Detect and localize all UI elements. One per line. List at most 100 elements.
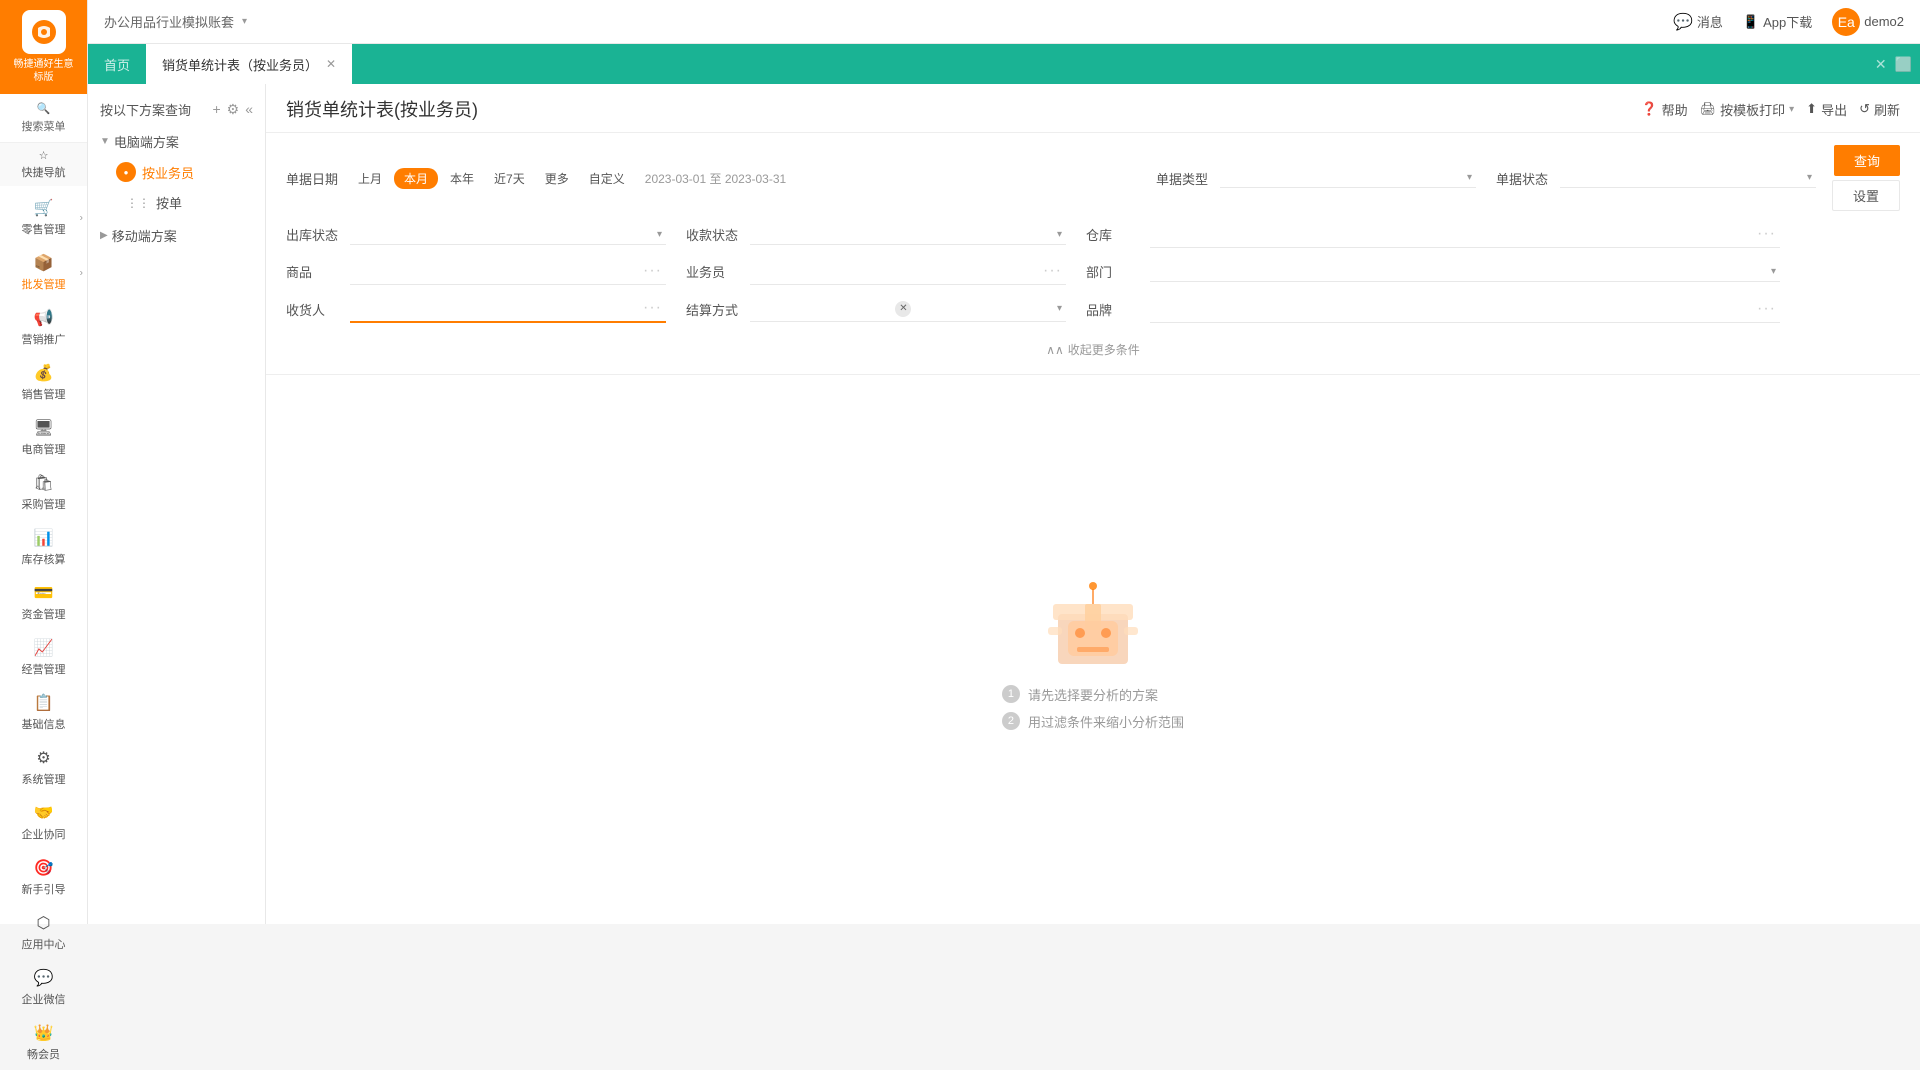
close-window-icon[interactable]: ✕ [1875, 56, 1887, 73]
search-menu-item[interactable]: 🔍 搜索菜单 [0, 94, 87, 143]
filter-row-2: 出库状态 ▾ 收款状态 ▾ 仓库 [286, 221, 1900, 248]
sidebar-item-wholesale[interactable]: 📦 批发管理 › [0, 245, 87, 300]
brand-label: 品牌 [1086, 300, 1142, 319]
purchase-icon: 🛍 [33, 473, 53, 493]
sidebar-item-wechat[interactable]: 💬 企业微信 [0, 960, 87, 1015]
empty-tip-2: 2 用过滤条件来缩小分析范围 [1002, 712, 1184, 731]
collapse-panel-button[interactable]: « [245, 101, 253, 118]
sidebar-item-appstore[interactable]: ⬡ 应用中心 [0, 905, 87, 960]
sidebar-item-system[interactable]: ⚙ 系统管理 [0, 740, 87, 795]
page-title: 销货单统计表(按业务员) [286, 96, 478, 122]
doc-type-label: 单据类型 [1156, 169, 1212, 188]
receiver-input[interactable]: ··· [350, 295, 666, 323]
doc-status-input[interactable]: ▾ [1560, 168, 1816, 188]
desktop-group-header[interactable]: ▼ 电脑端方案 [88, 127, 265, 156]
sidebar: 畅捷通好生意 标版 🔍 搜索菜单 ☆ 快捷导航 🛒 零售管理 › 📦 批发管理 … [0, 0, 88, 924]
system-icon: ⚙ [36, 748, 50, 768]
doc-type-input[interactable]: ▾ [1220, 168, 1476, 188]
sidebar-item-finance[interactable]: 💳 资金管理 [0, 575, 87, 630]
tab-sales-stats[interactable]: 销货单统计表（按业务员） ✕ [146, 44, 352, 84]
action-buttons: 查询 设置 [1816, 145, 1900, 211]
collapse-conditions-button[interactable]: ∧∧ 收起更多条件 [1046, 341, 1140, 358]
message-button[interactable]: 💬 消息 [1673, 12, 1723, 32]
settings-scheme-button[interactable]: ⚙ [227, 101, 240, 118]
salesperson-label: 业务员 [686, 262, 742, 281]
sidebar-item-newbie[interactable]: 🎯 新手引导 [0, 850, 87, 905]
date-tab-custom[interactable]: 自定义 [581, 168, 633, 189]
date-tab-last-month[interactable]: 上月 [350, 168, 390, 189]
query-button[interactable]: 查询 [1834, 145, 1900, 176]
settlement-input[interactable]: ✕ ▾ [750, 297, 1066, 322]
newbie-icon: 🎯 [34, 858, 54, 878]
date-tab-this-month[interactable]: 本月 [394, 168, 438, 189]
scheme-item-by-salesperson[interactable]: ● 按业务员 [88, 156, 265, 188]
sidebar-item-sales[interactable]: 💰 销售管理 [0, 355, 87, 410]
filter-date: 单据日期 上月 本月 本年 近7天 更多 自定义 2023-03-01 至 20… [286, 168, 786, 189]
sidebar-item-vip[interactable]: 👑 畅会员 [0, 1015, 87, 1070]
vip-icon: 👑 [34, 1023, 54, 1043]
inventory-icon: 📊 [34, 528, 54, 548]
sidebar-item-ecommerce[interactable]: 🖥 电商管理 [0, 410, 87, 465]
scheme-panel: 按以下方案查询 + ⚙ « ▼ 电脑端方案 ● 按业务员 ⋮⋮ [88, 84, 266, 924]
salesperson-input[interactable]: ··· [750, 258, 1066, 285]
mobile-scheme-group: ▶ 移动端方案 [88, 219, 265, 252]
salesperson-more-icon: ··· [1043, 262, 1062, 280]
empty-tips: 1 请先选择要分析的方案 2 用过滤条件来缩小分析范围 [1002, 685, 1184, 731]
help-icon: ❓ [1641, 101, 1657, 117]
chevron-right-icon: › [80, 267, 83, 278]
refresh-icon: ↺ [1859, 101, 1870, 117]
brand-input[interactable]: ··· [1150, 296, 1780, 323]
print-button[interactable]: 🖨 按模板打印 ▾ [1700, 100, 1795, 119]
department-label: 部门 [1086, 262, 1142, 281]
department-input[interactable]: ▾ [1150, 262, 1780, 282]
mobile-group-header[interactable]: ▶ 移动端方案 [88, 221, 265, 250]
help-button[interactable]: ❓ 帮助 [1641, 100, 1687, 119]
date-tab-more[interactable]: 更多 [537, 168, 577, 189]
sidebar-item-company[interactable]: 🤝 企业协同 [0, 795, 87, 850]
setting-button[interactable]: 设置 [1832, 180, 1900, 211]
quick-nav-item[interactable]: ☆ 快捷导航 [0, 143, 87, 186]
empty-tip-1: 1 请先选择要分析的方案 [1002, 685, 1184, 704]
sidebar-logo[interactable]: 畅捷通好生意 标版 [0, 0, 87, 94]
refresh-button[interactable]: ↺ 刷新 [1859, 100, 1900, 119]
date-range-text: 2023-03-01 至 2023-03-31 [645, 170, 786, 187]
company-icon: 🤝 [34, 803, 54, 823]
sidebar-item-purchase[interactable]: 🛍 采购管理 [0, 465, 87, 520]
tip-1-num: 1 [1002, 685, 1020, 703]
wechat-icon: 💬 [34, 968, 54, 988]
sidebar-item-inventory[interactable]: 📊 库存核算 [0, 520, 87, 575]
warehouse-input[interactable]: ··· [1150, 221, 1780, 248]
sidebar-item-marketing[interactable]: 📢 营销推广 [0, 300, 87, 355]
account-selector[interactable]: 办公用品行业模拟账套 ▾ [104, 12, 247, 31]
filter-department: 部门 ▾ [1086, 262, 1780, 282]
maximize-icon[interactable]: ⬜ [1895, 56, 1912, 73]
sidebar-item-business[interactable]: 📈 经营管理 [0, 630, 87, 685]
user-menu[interactable]: Ea demo2 [1832, 8, 1904, 36]
active-indicator: ● [116, 162, 136, 182]
chevron-up-icon: ∧∧ [1046, 343, 1064, 357]
product-input[interactable]: ··· [350, 258, 666, 285]
department-dropdown-icon: ▾ [1771, 266, 1776, 277]
tab-home[interactable]: 首页 [88, 44, 146, 84]
app-download-button[interactable]: 📱 App下载 [1743, 12, 1812, 31]
settlement-clear-button[interactable]: ✕ [895, 301, 911, 317]
payment-status-input[interactable]: ▾ [750, 225, 1066, 245]
tab-close-button[interactable]: ✕ [326, 57, 336, 71]
tip-2-num: 2 [1002, 712, 1020, 730]
ecommerce-icon: 🖥 [33, 418, 53, 438]
date-tab-last-7[interactable]: 近7天 [486, 168, 533, 189]
warehouse-more-icon: ··· [1757, 225, 1776, 243]
export-button[interactable]: ⬆ 导出 [1806, 100, 1847, 119]
wholesale-icon: 📦 [34, 253, 54, 273]
add-scheme-button[interactable]: + [212, 101, 220, 118]
scheme-panel-header: 按以下方案查询 + ⚙ « [88, 94, 265, 125]
filter-row-4: 收货人 ··· 结算方式 ✕ ▾ [286, 295, 1900, 323]
logo-icon [22, 10, 66, 54]
date-tab-this-year[interactable]: 本年 [442, 168, 482, 189]
out-status-input[interactable]: ▾ [350, 225, 666, 245]
tab-bar: 首页 销货单统计表（按业务员） ✕ ✕ ⬜ [88, 44, 1920, 84]
sidebar-item-retail[interactable]: 🛒 零售管理 › [0, 190, 87, 245]
warehouse-label: 仓库 [1086, 225, 1142, 244]
sidebar-item-basic[interactable]: 📋 基础信息 [0, 685, 87, 740]
scheme-item-by-order[interactable]: ⋮⋮ 按单 [88, 188, 265, 217]
